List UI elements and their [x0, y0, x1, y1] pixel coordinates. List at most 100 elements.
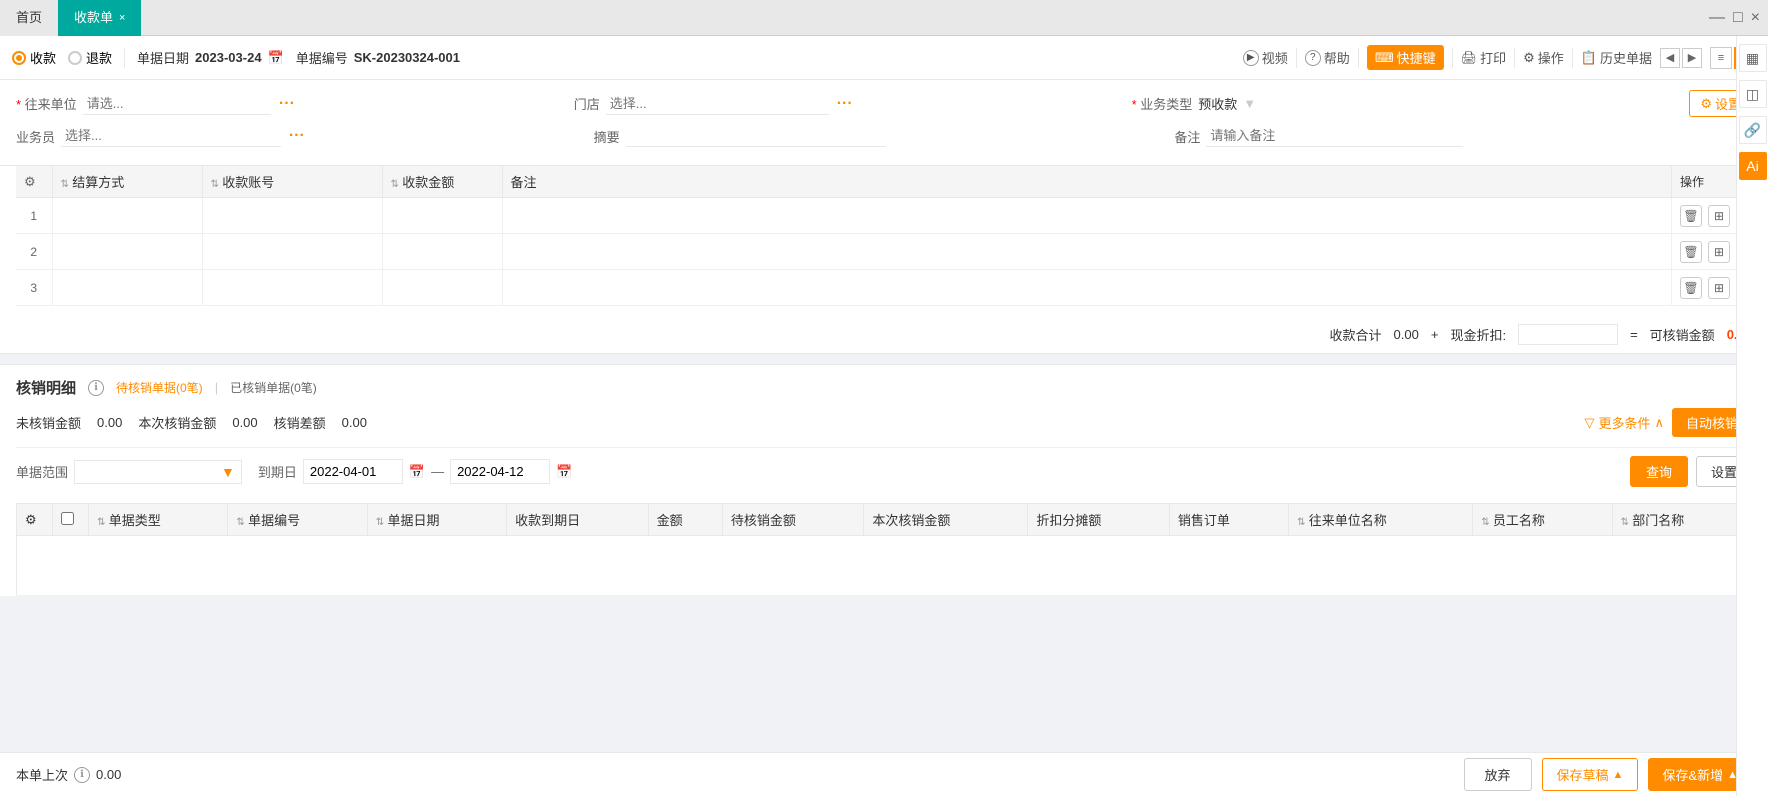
counterpart-sort[interactable]: ⇅	[1297, 517, 1305, 528]
account-cell-1[interactable]	[202, 198, 382, 234]
settings-gear-icon: ⚙	[1700, 96, 1712, 112]
date-field: 单据日期 2023-03-24 📅	[137, 48, 284, 67]
doc-number-sort[interactable]: ⇅	[236, 517, 244, 528]
next-arrow[interactable]: ▶	[1682, 48, 1702, 68]
receipt-refund-group: 收款 退款	[12, 48, 112, 67]
form-row-1: 往来单位 ··· 门店 ··· 业务类型 预收款 ▼ ⚙ 设置	[16, 90, 1752, 117]
shortcut-icon: ⌨	[1375, 50, 1394, 66]
settlement-cell-3[interactable]	[52, 270, 202, 306]
date-from-input[interactable]	[303, 459, 403, 484]
remark-cell-3[interactable]	[502, 270, 1672, 306]
history-icon: 📋	[1581, 50, 1597, 66]
account-cell-3[interactable]	[202, 270, 382, 306]
dept-sort[interactable]: ⇅	[1621, 517, 1629, 528]
operation-btn[interactable]: ⚙ 操作	[1523, 48, 1564, 67]
save-draft-button[interactable]: 保存草稿 ▲	[1542, 758, 1639, 791]
account-cell-2[interactable]	[202, 234, 382, 270]
help-btn[interactable]: ? 帮助	[1305, 48, 1350, 67]
history-label: 历史单据	[1600, 48, 1652, 67]
tab-current-label: 收款单	[74, 0, 113, 36]
close-button[interactable]: ×	[1751, 9, 1760, 27]
more-conditions-btn[interactable]: ▽ 更多条件 ∧	[1584, 413, 1664, 432]
copy-btn-2[interactable]: ⊞	[1708, 241, 1730, 263]
help-icon: ?	[1305, 50, 1321, 66]
doc-type-sort[interactable]: ⇅	[97, 517, 105, 528]
date-to-input[interactable]	[450, 459, 550, 484]
discard-button[interactable]: 放弃	[1464, 758, 1532, 791]
business-type-label: 业务类型	[1132, 94, 1193, 113]
bottom-table: ⚙ ⇅ 单据类型 ⇅ 单据编号 ⇅ 单据日期	[16, 503, 1752, 596]
history-btn[interactable]: 📋 历史单据	[1581, 48, 1652, 67]
employee-sort[interactable]: ⇅	[1481, 517, 1489, 528]
delete-btn-3[interactable]: 🗑	[1680, 277, 1702, 299]
range-select-wrapper[interactable]: ▼	[74, 460, 242, 484]
date-cal-icon[interactable]: 📅	[409, 464, 425, 480]
business-type-value: 预收款	[1198, 94, 1237, 113]
sidebar-ai-icon[interactable]: Ai	[1739, 152, 1767, 180]
receipt-radio[interactable]: 收款	[12, 48, 56, 67]
settlement-cell-2[interactable]	[52, 234, 202, 270]
pending-tab[interactable]: 待核销单据(0笔)	[116, 379, 203, 396]
range-field: 单据范围 ▼	[16, 460, 242, 484]
print-btn[interactable]: 🖨 打印	[1461, 48, 1507, 67]
shortcut-btn[interactable]: ⌨ 快捷键	[1367, 45, 1444, 70]
table-gear-icon[interactable]: ⚙	[24, 174, 36, 189]
tab-home[interactable]: 首页	[0, 0, 58, 36]
select-all-checkbox[interactable]	[61, 512, 74, 525]
done-tab[interactable]: 已核销单据(0笔)	[230, 379, 317, 396]
refund-radio[interactable]: 退款	[68, 48, 112, 67]
amount-cell-3[interactable]	[382, 270, 502, 306]
prev-arrow[interactable]: ◀	[1660, 48, 1680, 68]
tab-close-icon[interactable]: ×	[119, 0, 125, 36]
calendar-icon[interactable]: 📅	[268, 50, 284, 66]
footer-order-label: 本单上次	[16, 765, 68, 784]
verify-info-icon[interactable]: ℹ	[88, 380, 104, 396]
minimize-button[interactable]: —	[1709, 9, 1725, 27]
query-button[interactable]: 查询	[1630, 456, 1688, 487]
salesperson-input[interactable]	[61, 125, 281, 147]
copy-btn-3[interactable]: ⊞	[1708, 277, 1730, 299]
summary-input[interactable]	[626, 125, 886, 147]
discount-input[interactable]	[1518, 324, 1618, 345]
remark-cell-2[interactable]	[502, 234, 1672, 270]
video-label: 视频	[1262, 48, 1288, 67]
window-controls: — □ ×	[1709, 9, 1768, 27]
counterpart-ellipsis[interactable]: ···	[279, 95, 295, 113]
counterpart-input[interactable]	[83, 93, 271, 115]
due-date-label: 到期日	[258, 462, 297, 481]
maximize-button[interactable]: □	[1733, 9, 1743, 27]
footer-info-icon[interactable]: ℹ	[74, 767, 90, 783]
shop-input[interactable]	[606, 93, 829, 115]
shop-ellipsis[interactable]: ···	[837, 95, 853, 113]
more-conditions-label: 更多条件	[1598, 413, 1650, 432]
amount-cell-1[interactable]	[382, 198, 502, 234]
delete-btn-2[interactable]: 🗑	[1680, 241, 1702, 263]
operation-icon: ⚙	[1523, 50, 1535, 66]
account-sort[interactable]: ⇅	[211, 179, 219, 190]
video-btn[interactable]: ▶ 视频	[1243, 48, 1288, 67]
amount-sort[interactable]: ⇅	[391, 179, 399, 190]
bottom-gear-icon[interactable]: ⚙	[25, 512, 37, 527]
range-input[interactable]	[81, 464, 221, 479]
sidebar-doc-icon[interactable]: ◫	[1739, 80, 1767, 108]
sales-order-header: 销售订单	[1169, 504, 1288, 536]
discount-header: 折扣分摊额	[1028, 504, 1170, 536]
amount-cell-2[interactable]	[382, 234, 502, 270]
business-type-select[interactable]: 预收款 ▼	[1198, 94, 1256, 113]
doc-date-sort[interactable]: ⇅	[376, 517, 384, 528]
tab-current[interactable]: 收款单 ×	[58, 0, 141, 36]
settlement-sort[interactable]: ⇅	[61, 179, 69, 190]
sidebar-table-icon[interactable]: ▦	[1739, 44, 1767, 72]
remark-cell-1[interactable]	[502, 198, 1672, 234]
number-label: 单据编号	[296, 48, 348, 67]
remark-input[interactable]	[1206, 125, 1463, 147]
settlement-cell-1[interactable]	[52, 198, 202, 234]
list-view-btn[interactable]: ≡	[1710, 47, 1732, 69]
delete-btn-1[interactable]: 🗑	[1680, 205, 1702, 227]
toolbar: 收款 退款 单据日期 2023-03-24 📅 单据编号 SK-20230324…	[0, 36, 1768, 80]
date-to-cal-icon[interactable]: 📅	[556, 464, 572, 480]
salesperson-ellipsis[interactable]: ···	[289, 127, 305, 145]
sidebar-link-icon[interactable]: 🔗	[1739, 116, 1767, 144]
discount-label: 现金折扣:	[1450, 325, 1506, 344]
copy-btn-1[interactable]: ⊞	[1708, 205, 1730, 227]
